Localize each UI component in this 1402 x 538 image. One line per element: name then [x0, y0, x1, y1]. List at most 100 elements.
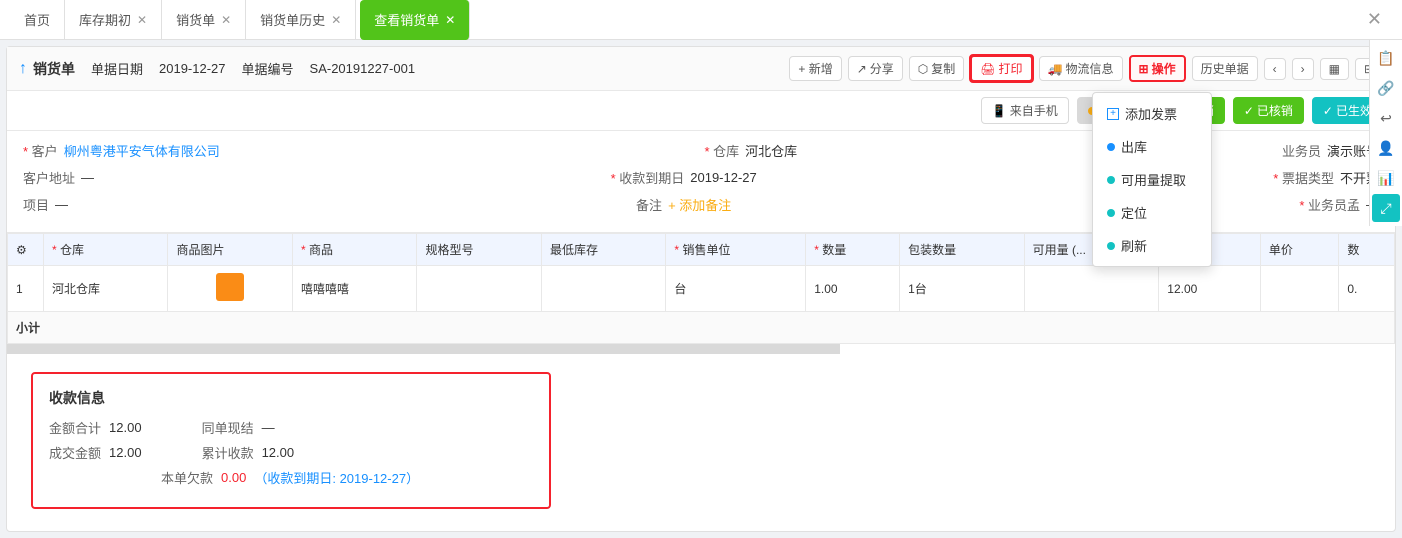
tab-bar: 首页 库存期初 ✕ 销货单 ✕ 销货单历史 ✕ 查看销货单 ✕ ✕ [0, 0, 1402, 40]
tab-sales-history[interactable]: 销货单历史 ✕ [246, 0, 356, 40]
dropdown-refresh[interactable]: 刷新 [1093, 229, 1211, 262]
tab-home[interactable]: 首页 [10, 0, 65, 40]
available-qty-dot [1107, 176, 1115, 184]
tab-sales-order[interactable]: 销货单 ✕ [162, 0, 246, 40]
staff-label: 业务员 [1282, 141, 1321, 160]
refresh-dot [1107, 242, 1115, 250]
col-product-img: 商品图片 [168, 234, 292, 266]
outstanding-value: 0.00 [221, 470, 246, 485]
cumulative-label: 累计收款 [202, 443, 254, 462]
cell-min-stock [541, 266, 665, 312]
customer-value[interactable]: 柳州粤港平安气体有限公司 [64, 141, 220, 160]
ticket-type-field: 票据类型 不开票 [1273, 168, 1379, 187]
outstanding-item: 本单欠款 [49, 468, 101, 487]
settings-icon: ⚙ [16, 243, 27, 257]
cell-stock: 12.00 [1159, 266, 1261, 312]
tab-view-sales-close[interactable]: ✕ [445, 13, 455, 27]
col-settings[interactable]: ⚙ [8, 234, 44, 266]
amount-total-item: 金额合计 12.00 [49, 418, 142, 437]
cell-product: 嘻嘻嘻嘻 [292, 266, 416, 312]
tab-inventory-init-close[interactable]: ✕ [137, 13, 147, 27]
tab-view-sales[interactable]: 查看销货单 ✕ [360, 0, 470, 40]
address-field: 客户地址 — [23, 168, 94, 187]
cell-warehouse: 河北仓库 [44, 266, 168, 312]
address-label: 客户地址 [23, 168, 75, 187]
ops-button[interactable]: ⊞ 操作 [1129, 55, 1186, 82]
doc-meta: 单据日期 2019-12-27 单据编号 SA-20191227-001 [91, 59, 415, 78]
cell-sales-unit: 台 [666, 266, 806, 312]
sidebar-icon-4[interactable]: 👤 [1372, 134, 1400, 162]
col-pack-qty: 包装数量 [900, 234, 1024, 266]
print-label: 打印 [999, 60, 1023, 77]
transaction-value: 12.00 [109, 445, 142, 460]
add-note-button[interactable]: + 添加备注 [668, 195, 731, 214]
next-button[interactable]: › [1292, 58, 1314, 80]
same-order-label: 同单现结 [202, 418, 254, 437]
share-button[interactable]: ↗ 分享 [848, 56, 903, 81]
summary-row-3: 本单欠款 本单欠款 0.00 （收款到期日: 2019-12-27） [49, 468, 533, 487]
dropdown-available-qty[interactable]: 可用量提取 [1093, 163, 1211, 196]
new-label: + 新增 [798, 60, 832, 77]
canceled-button[interactable]: ✓ 已核销 [1233, 97, 1304, 124]
locate-label: 定位 [1121, 203, 1147, 222]
sidebar-icon-3[interactable]: ↩ [1372, 104, 1400, 132]
dropdown-outbound[interactable]: 出库 [1093, 130, 1211, 163]
logistics-button[interactable]: 🚚 物流信息 [1039, 56, 1123, 81]
outstanding-value-item: 本单欠款 0.00 （收款到期日: 2019-12-27） [161, 468, 419, 487]
print-button[interactable]: 🖨 打印 [970, 55, 1032, 82]
same-order-value: — [262, 420, 275, 435]
tab-inventory-init-label: 库存期初 [79, 10, 131, 29]
sidebar-icon-5[interactable]: 📊 [1372, 164, 1400, 192]
dropdown-locate[interactable]: 定位 [1093, 196, 1211, 229]
tab-sales-history-close[interactable]: ✕ [331, 13, 341, 27]
doc-title: ↑ 销货单 [19, 59, 75, 79]
add-invoice-icon: + [1107, 108, 1119, 120]
copy-button[interactable]: ⬡ 复制 [909, 56, 965, 81]
toolbar: + 新增 ↗ 分享 ⬡ 复制 🖨 打印 🚚 物流信息 [789, 55, 1383, 82]
grid-view-button[interactable]: ▦ [1320, 58, 1349, 80]
canceled-label: 已核销 [1257, 102, 1293, 119]
doc-title-text: 销货单 [33, 59, 75, 79]
salesperson-label: 业务员孟 [1299, 195, 1360, 214]
summary-row-1: 金额合计 12.00 同单现结 — [49, 418, 533, 437]
history-button[interactable]: 历史单据 [1192, 56, 1258, 81]
refresh-label: 刷新 [1121, 236, 1147, 255]
mobile-label: 来自手机 [1010, 102, 1058, 119]
tab-sales-history-label: 销货单历史 [260, 10, 325, 29]
outbound-label: 出库 [1121, 137, 1147, 156]
logistics-icon: 🚚 [1048, 62, 1063, 76]
share-label: 分享 [870, 60, 894, 77]
print-icon: 🖨 [980, 62, 995, 76]
new-button[interactable]: + 新增 [789, 56, 841, 81]
outbound-dot [1107, 143, 1115, 151]
cell-product-img [168, 266, 292, 312]
warehouse-field: 仓库 河北仓库 [704, 141, 797, 160]
summary-row-2: 成交金额 12.00 累计收款 12.00 [49, 443, 533, 462]
prev-button[interactable]: ‹ [1264, 58, 1286, 80]
sidebar-icon-2[interactable]: 🔗 [1372, 74, 1400, 102]
mobile-button[interactable]: 📱 来自手机 [981, 97, 1069, 124]
transaction-label: 成交金额 [49, 443, 101, 462]
cell-amount: 0. [1339, 266, 1395, 312]
add-invoice-label: 添加发票 [1125, 104, 1177, 123]
col-spec: 规格型号 [417, 234, 541, 266]
salesperson-field: 业务员孟 — [1299, 195, 1379, 214]
app-close-button[interactable]: ✕ [1357, 9, 1392, 30]
summary-area: 收款信息 金额合计 12.00 同单现结 — 成交金额 12.00 [7, 354, 1395, 531]
table-scrollbar[interactable] [7, 344, 1395, 354]
table-row: 1 河北仓库 嘻嘻嘻嘻 台 1.00 1台 12.00 [8, 266, 1395, 312]
tab-inventory-init[interactable]: 库存期初 ✕ [65, 0, 162, 40]
col-amount: 数 [1339, 234, 1395, 266]
copy-icon: ⬡ [918, 62, 928, 76]
cell-unit-price [1260, 266, 1339, 312]
tab-sales-order-close[interactable]: ✕ [221, 13, 231, 27]
date-label: 单据日期 [91, 59, 143, 78]
dropdown-add-invoice[interactable]: + 添加发票 [1093, 97, 1211, 130]
cell-row-num: 1 [8, 266, 44, 312]
due-date-value: 2019-12-27 [690, 170, 757, 185]
project-field: 项目 — [23, 195, 68, 214]
sidebar-icon-1[interactable]: 📋 [1372, 44, 1400, 72]
logistics-label: 物流信息 [1065, 60, 1113, 77]
sidebar-icon-6[interactable]: ⤢ [1372, 194, 1400, 222]
ops-dropdown-menu: + 添加发票 出库 可用量提取 定位 刷新 [1092, 92, 1212, 267]
